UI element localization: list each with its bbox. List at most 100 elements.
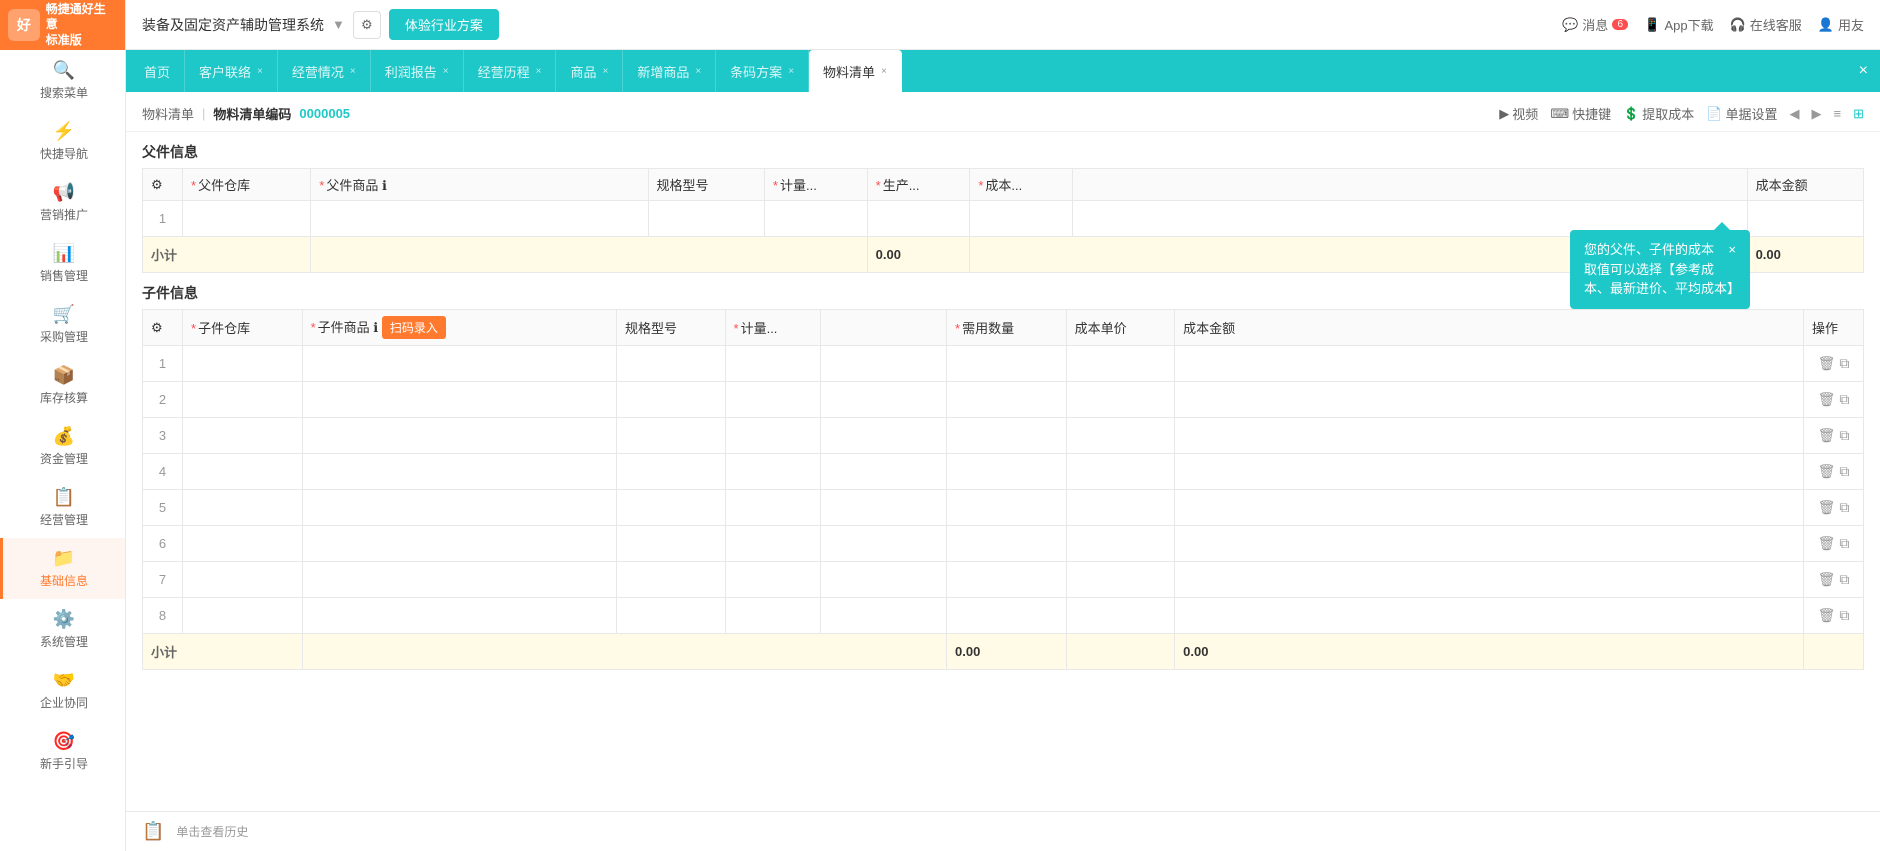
sidebar-item-search[interactable]: 🔍搜索菜单 <box>0 50 125 111</box>
tooltip-close-button[interactable]: × <box>1728 240 1736 260</box>
grid-view-icon[interactable]: ⊞ <box>1853 106 1864 122</box>
copy-row-icon[interactable]: ⧉ <box>1839 571 1849 588</box>
parent-cost-amt-cell[interactable] <box>1747 201 1863 237</box>
parent-produce-cell[interactable] <box>867 201 970 237</box>
close-tab-operation-icon[interactable]: × <box>350 66 356 77</box>
close-tab-history-icon[interactable]: × <box>536 66 542 77</box>
delete-row-icon[interactable]: 🗑 <box>1818 607 1836 624</box>
child-spec-cell[interactable] <box>617 454 726 490</box>
child-cost-amt-cell[interactable] <box>1175 490 1804 526</box>
child-unit-cost-cell[interactable] <box>1066 526 1175 562</box>
copy-row-icon[interactable]: ⧉ <box>1839 463 1849 480</box>
child-unit-cost-cell[interactable] <box>1066 454 1175 490</box>
child-goods-cell[interactable] <box>302 526 616 562</box>
child-cost-amt-cell[interactable] <box>1175 454 1804 490</box>
close-all-tabs-icon[interactable]: × <box>1851 62 1876 80</box>
child-unit-cost-cell[interactable] <box>1066 346 1175 382</box>
nav-tab-history[interactable]: 经营历程× <box>464 50 557 92</box>
delete-row-icon[interactable]: 🗑 <box>1818 499 1836 516</box>
child-qty-cell[interactable] <box>947 454 1067 490</box>
view-video-button[interactable]: ▶ 视频 <box>1499 104 1538 123</box>
child-spec-cell[interactable] <box>617 382 726 418</box>
online-service-button[interactable]: 🎧 在线客服 <box>1730 15 1802 34</box>
sidebar-item-collab[interactable]: 🤝企业协同 <box>0 660 125 721</box>
child-spec-cell[interactable] <box>617 562 726 598</box>
nav-prev-icon[interactable]: ◀ <box>1790 106 1800 122</box>
trial-button[interactable]: 体验行业方案 <box>389 9 499 40</box>
child-goods-cell[interactable] <box>302 562 616 598</box>
child-unit-cell[interactable] <box>725 418 821 454</box>
child-unit-cell[interactable] <box>725 526 821 562</box>
child-unit-cost-cell[interactable] <box>1066 490 1175 526</box>
child-unit-cost-cell[interactable] <box>1066 418 1175 454</box>
child-qty-cell[interactable] <box>947 490 1067 526</box>
copy-row-icon[interactable]: ⧉ <box>1839 391 1849 408</box>
child-unit-cell[interactable] <box>725 490 821 526</box>
delete-row-icon[interactable]: 🗑 <box>1818 463 1836 480</box>
sidebar-item-marketing[interactable]: 📢营销推广 <box>0 172 125 233</box>
sidebar-item-purchase[interactable]: 🛒采购管理 <box>0 294 125 355</box>
delete-row-icon[interactable]: 🗑 <box>1818 391 1836 408</box>
copy-row-icon[interactable]: ⧉ <box>1839 499 1849 516</box>
child-cost-amt-cell[interactable] <box>1175 346 1804 382</box>
child-cost-amt-cell[interactable] <box>1175 562 1804 598</box>
child-warehouse-cell[interactable] <box>183 418 303 454</box>
sidebar-item-system[interactable]: ⚙️系统管理 <box>0 599 125 660</box>
child-warehouse-cell[interactable] <box>183 526 303 562</box>
single-settings-button[interactable]: 📄 单据设置 <box>1706 104 1777 123</box>
child-unit-cell[interactable] <box>725 598 821 634</box>
parent-goods-cell[interactable] <box>311 201 648 237</box>
child-goods-cell[interactable] <box>302 598 616 634</box>
shortcut-button[interactable]: ⌨ 快捷键 <box>1550 104 1611 123</box>
nav-tab-operation[interactable]: 经营情况× <box>278 50 371 92</box>
child-cost-amt-cell[interactable] <box>1175 526 1804 562</box>
child-qty-cell[interactable] <box>947 346 1067 382</box>
child-warehouse-cell[interactable] <box>183 454 303 490</box>
child-qty-cell[interactable] <box>947 526 1067 562</box>
child-goods-cell[interactable] <box>302 346 616 382</box>
child-col-settings[interactable]: ⚙ <box>143 310 183 346</box>
child-unit-cost-cell[interactable] <box>1066 562 1175 598</box>
close-tab-bom-icon[interactable]: × <box>881 66 887 77</box>
message-button[interactable]: 💬 消息 6 <box>1562 15 1628 34</box>
child-qty-cell[interactable] <box>947 562 1067 598</box>
child-goods-cell[interactable] <box>302 418 616 454</box>
delete-row-icon[interactable]: 🗑 <box>1818 427 1836 444</box>
child-spec-cell[interactable] <box>617 418 726 454</box>
child-qty-cell[interactable] <box>947 382 1067 418</box>
dropdown-arrow-icon[interactable]: ▼ <box>332 17 345 32</box>
child-unit-cell[interactable] <box>725 346 821 382</box>
sidebar-item-operation[interactable]: 📋经营管理 <box>0 477 125 538</box>
child-warehouse-cell[interactable] <box>183 382 303 418</box>
parent-unit-cell[interactable] <box>764 201 867 237</box>
child-goods-cell[interactable] <box>302 490 616 526</box>
child-spec-cell[interactable] <box>617 346 726 382</box>
close-tab-profit-icon[interactable]: × <box>443 66 449 77</box>
settings-gear-button[interactable]: ⚙ <box>353 11 381 39</box>
nav-tab-goods[interactable]: 商品× <box>556 50 623 92</box>
child-warehouse-cell[interactable] <box>183 598 303 634</box>
sidebar-item-basic[interactable]: 📁基础信息 <box>0 538 125 599</box>
child-goods-cell[interactable] <box>302 382 616 418</box>
sidebar-item-inventory[interactable]: 📦库存核算 <box>0 355 125 416</box>
parent-warehouse-cell[interactable] <box>183 201 311 237</box>
child-unit-cell[interactable] <box>725 454 821 490</box>
child-qty-cell[interactable] <box>947 598 1067 634</box>
sidebar-item-quicknav[interactable]: ⚡快捷导航 <box>0 111 125 172</box>
nav-next-icon[interactable]: ▶ <box>1812 106 1822 122</box>
delete-row-icon[interactable]: 🗑 <box>1818 535 1836 552</box>
nav-tab-barcode[interactable]: 条码方案× <box>716 50 809 92</box>
child-cost-amt-cell[interactable] <box>1175 382 1804 418</box>
child-spec-cell[interactable] <box>617 598 726 634</box>
child-unit-cell[interactable] <box>725 562 821 598</box>
parent-col-settings[interactable]: ⚙ <box>143 169 183 201</box>
child-goods-cell[interactable] <box>302 454 616 490</box>
close-tab-customer-icon[interactable]: × <box>257 66 263 77</box>
child-spec-cell[interactable] <box>617 526 726 562</box>
sidebar-item-finance[interactable]: 💰资金管理 <box>0 416 125 477</box>
close-tab-barcode-icon[interactable]: × <box>788 66 794 77</box>
get-cost-button[interactable]: 💲 提取成本 <box>1623 104 1694 123</box>
list-view-icon[interactable]: ≡ <box>1834 106 1842 121</box>
scan-input-button[interactable]: 扫码录入 <box>382 316 446 339</box>
child-warehouse-cell[interactable] <box>183 346 303 382</box>
